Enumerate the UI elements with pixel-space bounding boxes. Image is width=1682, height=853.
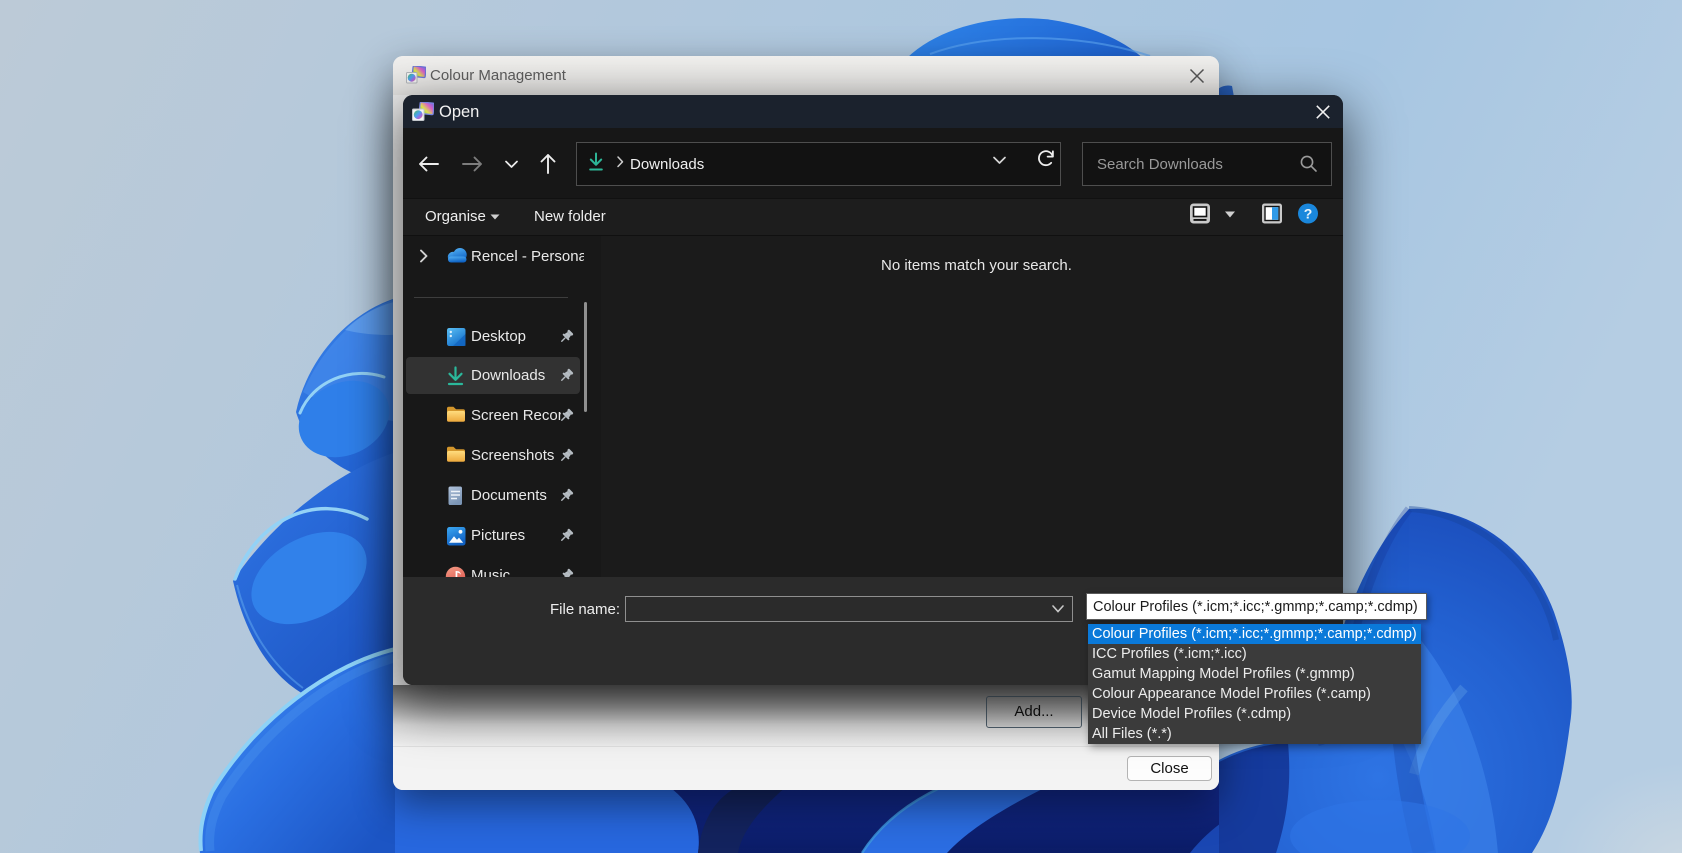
svg-text:?: ? [1304,205,1313,221]
